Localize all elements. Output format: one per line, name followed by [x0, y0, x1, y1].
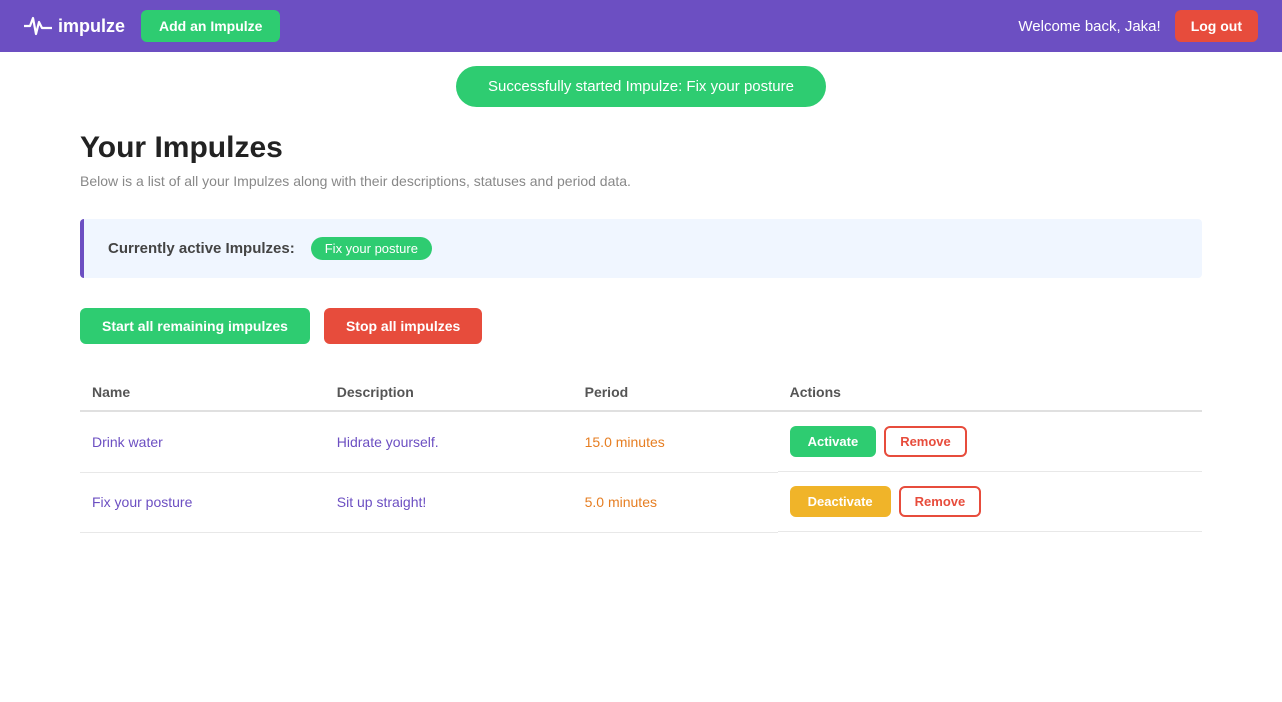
cell-actions: Deactivate Remove: [778, 472, 1202, 532]
cell-description: Sit up straight!: [325, 472, 573, 532]
logo-text: impulze: [58, 16, 125, 37]
navbar-left: impulze Add an Impulze: [24, 10, 280, 42]
toast-container: Successfully started Impulze: Fix your p…: [0, 66, 1282, 107]
page-title: Your Impulzes: [80, 131, 1202, 165]
col-header-name: Name: [80, 374, 325, 411]
table-header: Name Description Period Actions: [80, 374, 1202, 411]
cell-period: 5.0 minutes: [573, 472, 778, 532]
deactivate-button[interactable]: Deactivate: [790, 486, 891, 517]
cell-actions: ActivateRemove: [778, 412, 1202, 472]
active-impulze-badge: Fix your posture: [311, 237, 432, 260]
table-row: Drink waterHidrate yourself.15.0 minutes…: [80, 411, 1202, 472]
start-all-button[interactable]: Start all remaining impulzes: [80, 308, 310, 344]
remove-button[interactable]: Remove: [884, 426, 967, 457]
remove-button[interactable]: Remove: [899, 486, 982, 517]
active-banner-label: Currently active Impulzes:: [108, 240, 295, 257]
navbar-right: Welcome back, Jaka! Log out: [1018, 10, 1258, 42]
impulze-table: Name Description Period Actions Drink wa…: [80, 374, 1202, 533]
page-subtitle: Below is a list of all your Impulzes alo…: [80, 173, 1202, 189]
main-content: Your Impulzes Below is a list of all you…: [0, 107, 1282, 573]
col-header-period: Period: [573, 374, 778, 411]
logo-icon: [24, 14, 52, 38]
logo: impulze: [24, 14, 125, 38]
col-header-description: Description: [325, 374, 573, 411]
cell-name: Drink water: [80, 411, 325, 472]
activate-button[interactable]: Activate: [790, 426, 877, 457]
action-row: Start all remaining impulzes Stop all im…: [80, 308, 1202, 344]
toast-message: Successfully started Impulze: Fix your p…: [456, 66, 826, 107]
cell-name: Fix your posture: [80, 472, 325, 532]
table-body: Drink waterHidrate yourself.15.0 minutes…: [80, 411, 1202, 532]
cell-description: Hidrate yourself.: [325, 411, 573, 472]
add-impulze-button[interactable]: Add an Impulze: [141, 10, 280, 42]
active-banner: Currently active Impulzes: Fix your post…: [80, 219, 1202, 278]
table-row: Fix your postureSit up straight!5.0 minu…: [80, 472, 1202, 532]
navbar: impulze Add an Impulze Welcome back, Jak…: [0, 0, 1282, 52]
welcome-text: Welcome back, Jaka!: [1018, 18, 1160, 35]
logout-button[interactable]: Log out: [1175, 10, 1258, 42]
cell-period: 15.0 minutes: [573, 411, 778, 472]
col-header-actions: Actions: [778, 374, 1202, 411]
stop-all-button[interactable]: Stop all impulzes: [324, 308, 482, 344]
